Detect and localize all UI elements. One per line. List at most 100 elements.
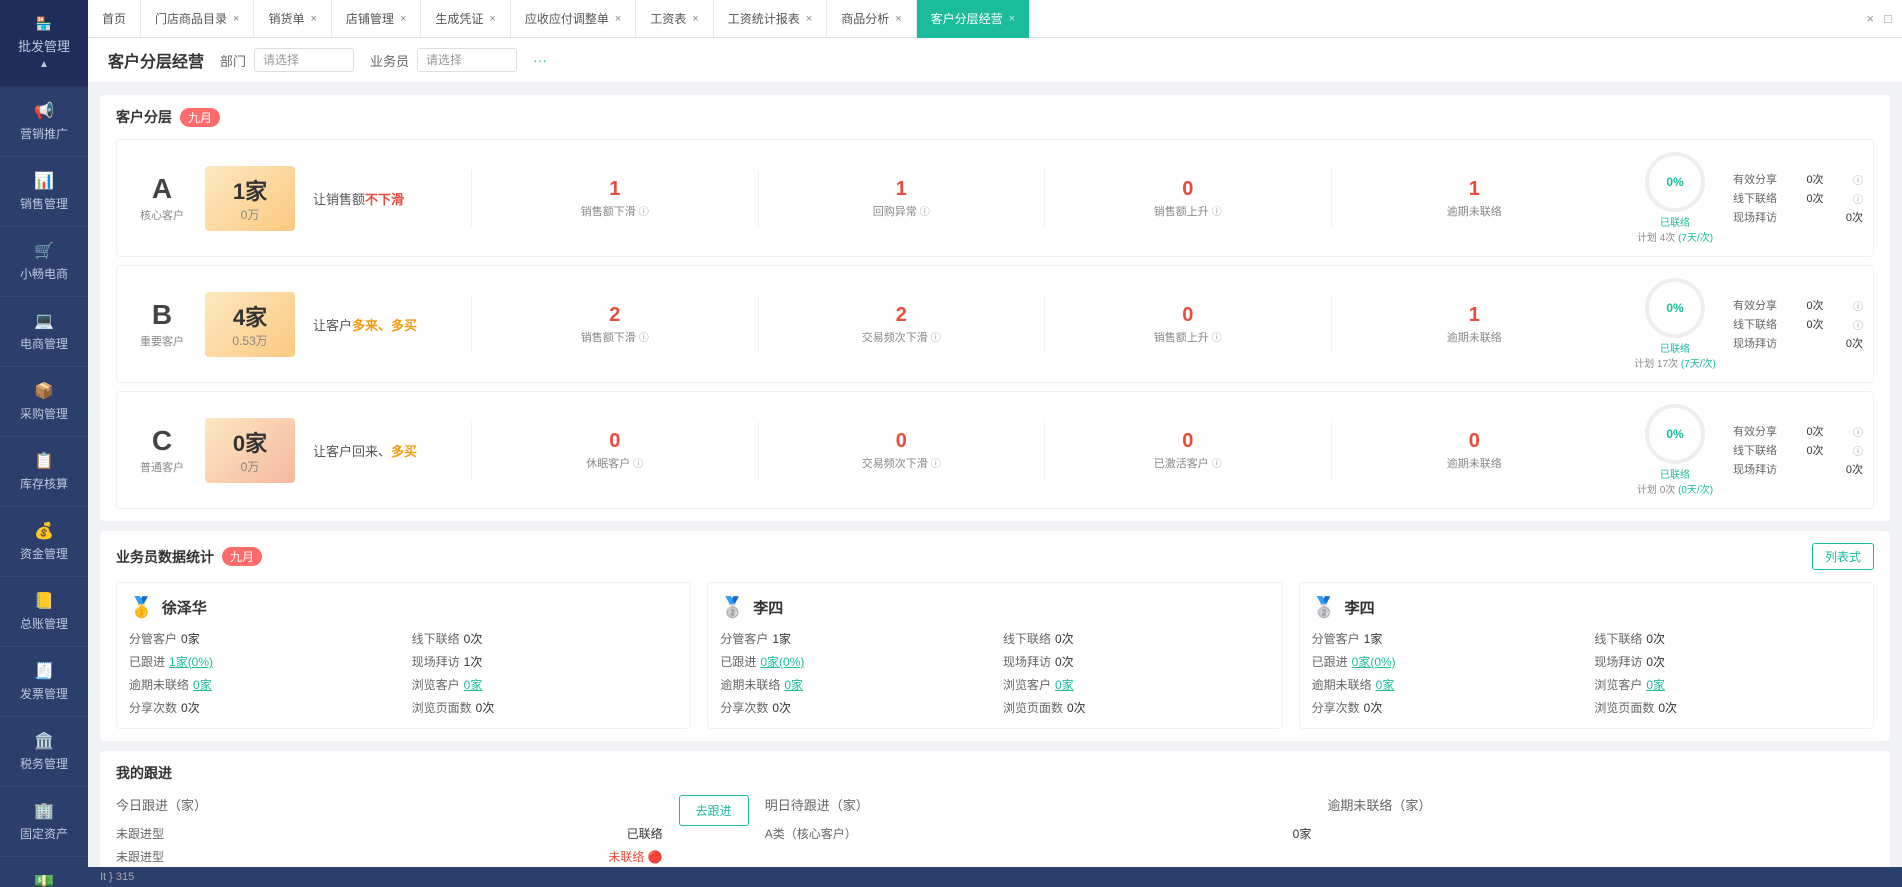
close-icon[interactable]: × bbox=[489, 13, 495, 25]
window-maximize-icon[interactable]: □ bbox=[1884, 11, 1892, 26]
sidebar-item-gongzi[interactable]: 💵 工资 bbox=[0, 857, 88, 887]
tab-product-analysis[interactable]: 商品分析 × bbox=[827, 0, 916, 38]
tier-c-stat-1[interactable]: 0 交易频次下滑 ⓘ bbox=[758, 422, 1045, 479]
sidebar-label-fapiao: 发票管理 bbox=[20, 685, 68, 702]
tier-a-stat-3[interactable]: 1 逾期未联络 bbox=[1331, 170, 1618, 227]
close-icon[interactable]: × bbox=[615, 13, 621, 25]
sidebar-top-item[interactable]: 🏪 批发管理 ▲ bbox=[0, 0, 88, 87]
tier-b-right-stats: 有效分享 0次 ⓘ 线下联络 0次 ⓘ 现场拜访 0次 bbox=[1733, 297, 1863, 351]
salesperson-select[interactable]: 请选择 bbox=[417, 48, 517, 72]
tier-grid: A 核心客户 1家 0万 让销售额不下滑 1 销售额下滑 bbox=[116, 139, 1874, 509]
tier-c-count-box[interactable]: 0家 0万 bbox=[205, 418, 295, 483]
tier-a-count-box[interactable]: 1家 0万 bbox=[205, 166, 295, 231]
tab-store-mgmt[interactable]: 店铺管理 × bbox=[332, 0, 421, 38]
close-icon[interactable]: × bbox=[806, 13, 812, 25]
sidebar-item-xiaoshou[interactable]: 📊 销售管理 bbox=[0, 157, 88, 227]
tier-a-stat-1-count: 1 bbox=[765, 178, 1039, 201]
tier-c-circle-plan: 计划 0次 (0天/次) bbox=[1637, 481, 1713, 496]
tab-ar-adjust[interactable]: 应收应付调整单 × bbox=[511, 0, 636, 38]
sales-reps-grid: 🥇 徐泽华 分管客户 0家 线下联络 0次 已跟进 bbox=[116, 582, 1874, 729]
sidebar-item-fapiao[interactable]: 🧾 发票管理 bbox=[0, 647, 88, 717]
tier-c-stats: 0 休眠客户 ⓘ 0 交易频次下滑 ⓘ bbox=[471, 422, 1617, 479]
tab-customer-tier[interactable]: 客户分层经营 × bbox=[917, 0, 1030, 38]
tier-b-stat-2-label: 销售额上升 ⓘ bbox=[1051, 329, 1325, 345]
sidebar-item-gudingzichan[interactable]: 🏢 固定资产 bbox=[0, 787, 88, 857]
sidebar-label-gudingzichan: 固定资产 bbox=[20, 825, 68, 842]
tab-sales-order[interactable]: 销货单 × bbox=[254, 0, 331, 38]
sales-stat-1-4: 逾期未联络 0家 bbox=[720, 676, 987, 693]
info-icon: ⓘ bbox=[1853, 443, 1863, 458]
customer-section-title: 客户分层 bbox=[116, 107, 172, 127]
salesperson-filter-group: 业务员 请选择 bbox=[370, 48, 517, 72]
sidebar-item-kucun[interactable]: 📋 库存核算 bbox=[0, 437, 88, 507]
sidebar-label-dianshangg: 电商管理 bbox=[20, 335, 68, 352]
window-minimize-icon[interactable]: × bbox=[1867, 11, 1875, 26]
tier-a-plan-link[interactable]: (7天/次) bbox=[1678, 233, 1713, 244]
tab-salary-report[interactable]: 工资统计报表 × bbox=[714, 0, 827, 38]
more-filter-btn[interactable]: ··· bbox=[533, 52, 547, 68]
tab-store-products[interactable]: 门店商品目录 × bbox=[141, 0, 254, 38]
sidebar-label-caigou: 采购管理 bbox=[20, 405, 68, 422]
tier-c-desc-highlight: 多买 bbox=[391, 444, 417, 459]
sidebar-item-zongzhang[interactable]: 📒 总账管理 bbox=[0, 577, 88, 647]
tier-c-stat-3[interactable]: 0 逾期未联络 bbox=[1331, 422, 1618, 479]
purchase-icon: 📦 bbox=[34, 381, 54, 401]
sales-name-0: 徐泽华 bbox=[162, 597, 207, 618]
close-icon[interactable]: × bbox=[233, 13, 239, 25]
dept-select[interactable]: 请选择 bbox=[254, 48, 354, 72]
close-icon[interactable]: × bbox=[1009, 13, 1015, 25]
close-icon[interactable]: × bbox=[895, 13, 901, 25]
shop-icon: 🛒 bbox=[34, 241, 54, 261]
follow-title: 我的跟进 bbox=[116, 763, 172, 783]
tier-b-stat-2-count: 0 bbox=[1051, 304, 1325, 327]
sidebar-item-caigou[interactable]: 📦 采购管理 bbox=[0, 367, 88, 437]
sidebar-item-yingxiao[interactable]: 📢 营销推广 bbox=[0, 87, 88, 157]
tab-home[interactable]: 首页 bbox=[88, 0, 141, 38]
tier-a-stat-0[interactable]: 1 销售额下滑 ⓘ bbox=[471, 170, 758, 227]
customer-month-badge: 九月 bbox=[180, 108, 220, 127]
follow-tomorrow-col: 明日待跟进（家） A类（核心客户） 0家 bbox=[765, 795, 1312, 845]
tier-c-stat-2-count: 0 bbox=[1051, 430, 1325, 453]
go-follow-btn[interactable]: 去跟进 bbox=[679, 795, 749, 826]
list-view-btn[interactable]: 列表式 bbox=[1812, 543, 1874, 570]
tier-b-stat-2[interactable]: 0 销售额上升 ⓘ bbox=[1044, 296, 1331, 353]
sidebar-item-shuiwu[interactable]: 🏛️ 税务管理 bbox=[0, 717, 88, 787]
tab-voucher[interactable]: 生成凭证 × bbox=[421, 0, 510, 38]
close-icon[interactable]: × bbox=[400, 13, 406, 25]
status-bar: It } 315 bbox=[88, 867, 1902, 887]
medal-icon-0: 🥇 bbox=[129, 595, 154, 620]
sidebar-item-zijin[interactable]: 💰 资金管理 bbox=[0, 507, 88, 577]
tier-a-stat-2[interactable]: 0 销售额上升 ⓘ bbox=[1044, 170, 1331, 227]
tier-a-stat-1[interactable]: 1 回购异常 ⓘ bbox=[758, 170, 1045, 227]
tier-b-count-box[interactable]: 4家 0.53万 bbox=[205, 292, 295, 357]
tier-b-stat-1-count: 2 bbox=[765, 304, 1039, 327]
sales-stat-2-4: 逾期未联络 0家 bbox=[1312, 676, 1579, 693]
tier-c-letter: C bbox=[152, 425, 172, 457]
tier-a-right-2: 现场拜访 0次 bbox=[1733, 209, 1863, 225]
close-icon[interactable]: × bbox=[310, 13, 316, 25]
tier-c-plan-link[interactable]: (0天/次) bbox=[1678, 485, 1713, 496]
tier-b-count: 4家 bbox=[221, 300, 279, 332]
sales-card-1: 🥈 李四 分管客户 1家 线下联络 0次 已跟进 bbox=[707, 582, 1282, 729]
invoice-icon: 🧾 bbox=[34, 661, 54, 681]
close-icon[interactable]: × bbox=[692, 13, 698, 25]
inventory-icon: 📋 bbox=[34, 451, 54, 471]
tier-c-stat-2[interactable]: 0 已激活客户 ⓘ bbox=[1044, 422, 1331, 479]
sidebar-item-dianshangg[interactable]: 💻 电商管理 bbox=[0, 297, 88, 367]
follow-overdue-title: 逾期未联络（家） bbox=[1327, 795, 1874, 814]
sales-stats-1: 分管客户 1家 线下联络 0次 已跟进 0家(0%) 现场拜访 bbox=[720, 630, 1269, 716]
info-icon-2: ⓘ bbox=[1212, 207, 1222, 218]
sales-stats-2: 分管客户 1家 线下联络 0次 已跟进 0家(0%) 现场拜访 bbox=[1312, 630, 1861, 716]
tier-c-stat-0-label: 休眠客户 ⓘ bbox=[478, 455, 752, 471]
tier-c-amount: 0万 bbox=[221, 458, 279, 475]
tier-b-plan-link[interactable]: (7天/次) bbox=[1681, 359, 1716, 370]
main-content: 首页 门店商品目录 × 销货单 × 店铺管理 × 生成凭证 × 应收应付调整单 … bbox=[88, 0, 1902, 887]
tier-a-letter: A bbox=[152, 173, 172, 205]
tier-c-stat-0[interactable]: 0 休眠客户 ⓘ bbox=[471, 422, 758, 479]
tab-salary[interactable]: 工资表 × bbox=[636, 0, 713, 38]
tier-b-stat-1[interactable]: 2 交易频次下滑 ⓘ bbox=[758, 296, 1045, 353]
tier-b-stat-3[interactable]: 1 逾期未联络 bbox=[1331, 296, 1618, 353]
sidebar-item-xiaochang[interactable]: 🛒 小畅电商 bbox=[0, 227, 88, 297]
tier-b-stat-0[interactable]: 2 销售额下滑 ⓘ bbox=[471, 296, 758, 353]
tier-c-circle-label: 已联络 bbox=[1660, 466, 1690, 481]
